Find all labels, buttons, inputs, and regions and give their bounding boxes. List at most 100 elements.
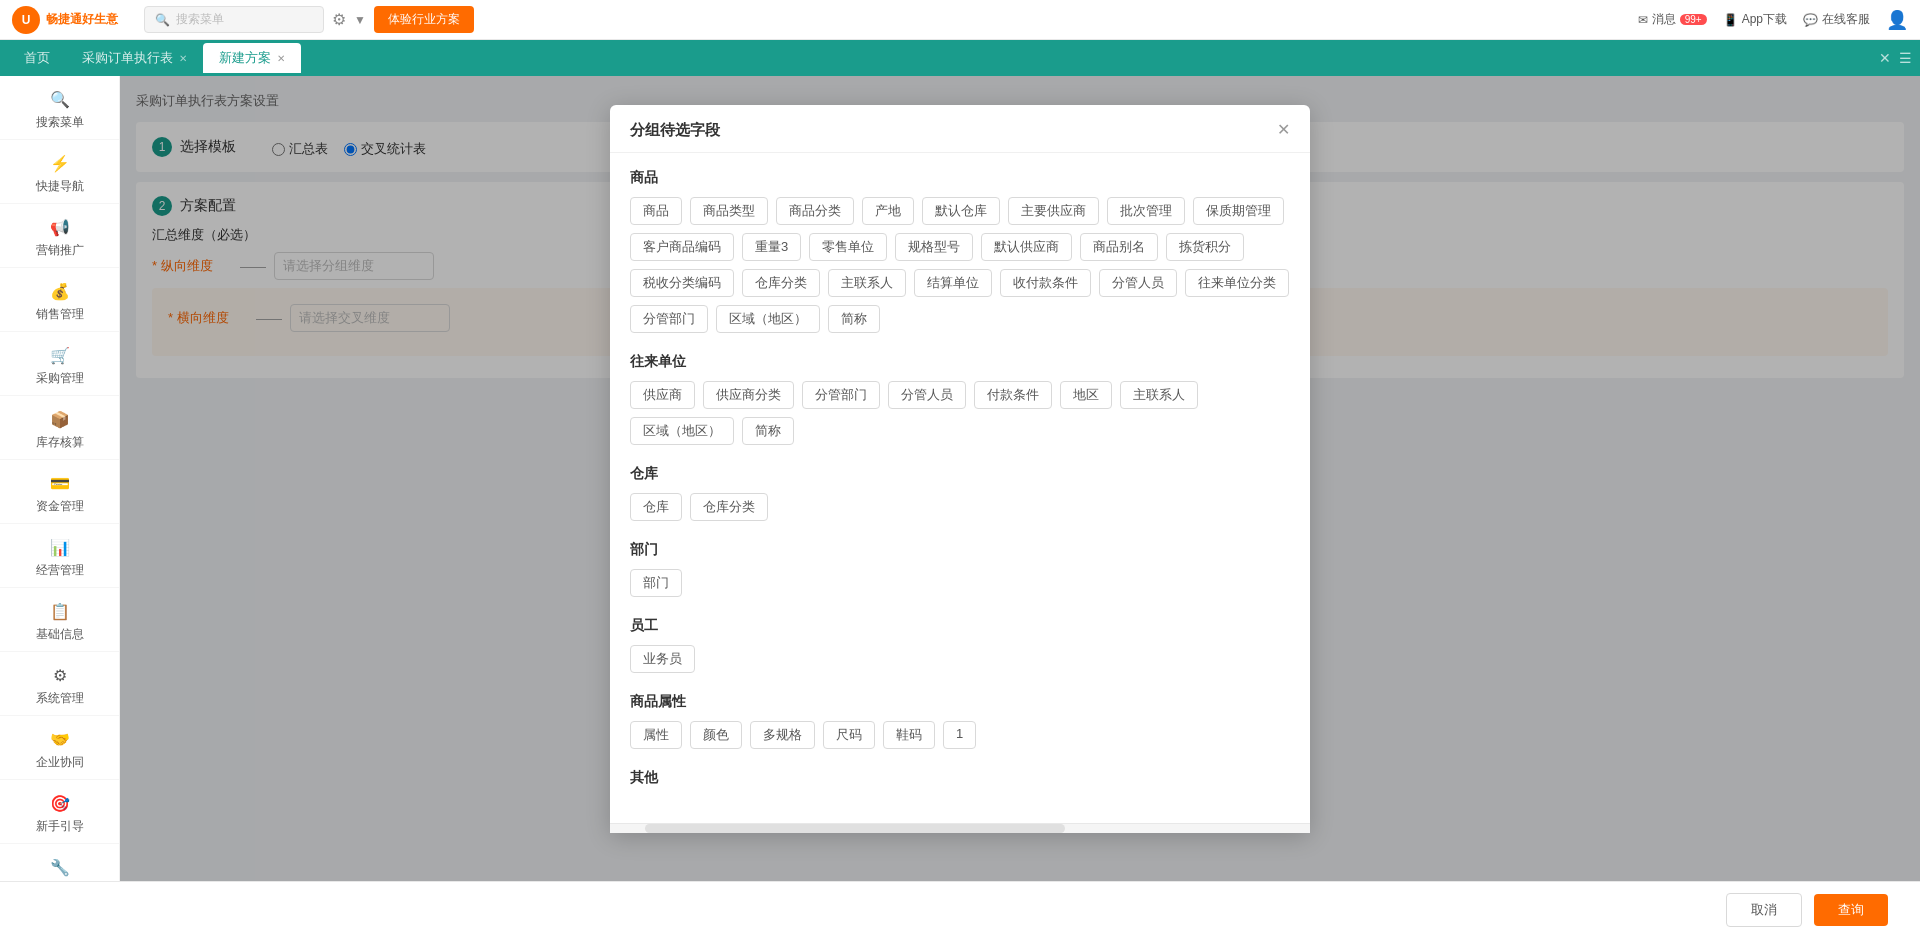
basic-icon: 📋 bbox=[49, 600, 71, 622]
inventory-icon: 📦 bbox=[49, 408, 71, 430]
field-goods[interactable]: 商品 bbox=[630, 197, 682, 225]
field-default-supplier[interactable]: 默认供应商 bbox=[981, 233, 1072, 261]
apps-icon: 🔧 bbox=[49, 856, 71, 878]
online-service-btn[interactable]: 💬 在线客服 bbox=[1803, 11, 1870, 28]
field-warehouse-category[interactable]: 仓库分类 bbox=[742, 269, 820, 297]
field-weight[interactable]: 重量3 bbox=[742, 233, 801, 261]
field-salesperson[interactable]: 业务员 bbox=[630, 645, 695, 673]
field-shelf-life[interactable]: 保质期管理 bbox=[1193, 197, 1284, 225]
field-batch-mgmt[interactable]: 批次管理 bbox=[1107, 197, 1185, 225]
partner-fields: 供应商 供应商分类 分管部门 分管人员 付款条件 地区 主联系人 区域（地区） … bbox=[630, 381, 1290, 445]
sidebar-item-system[interactable]: ⚙ 系统管理 bbox=[0, 652, 119, 716]
sidebar-item-sales[interactable]: 💰 销售管理 bbox=[0, 268, 119, 332]
system-icon: ⚙ bbox=[49, 664, 71, 686]
sidebar-item-purchase[interactable]: 🛒 采购管理 bbox=[0, 332, 119, 396]
modal-close-btn[interactable]: ✕ bbox=[1277, 122, 1290, 138]
section-goods-attr: 商品属性 属性 颜色 多规格 尺码 鞋码 1 bbox=[630, 693, 1290, 749]
trial-btn[interactable]: 体验行业方案 bbox=[374, 6, 474, 33]
section-employee: 员工 业务员 bbox=[630, 617, 1290, 673]
field-supplier-category[interactable]: 供应商分类 bbox=[703, 381, 794, 409]
field-retail-unit[interactable]: 零售单位 bbox=[809, 233, 887, 261]
field-shoe-size[interactable]: 鞋码 bbox=[883, 721, 935, 749]
search-box[interactable]: 🔍 搜索菜单 bbox=[144, 6, 324, 33]
field-goods-category[interactable]: 商品分类 bbox=[776, 197, 854, 225]
field-main-supplier[interactable]: 主要供应商 bbox=[1008, 197, 1099, 225]
user-avatar[interactable]: 👤 bbox=[1886, 9, 1908, 31]
field-partner-category[interactable]: 往来单位分类 bbox=[1185, 269, 1289, 297]
sidebar-item-inventory[interactable]: 📦 库存核算 bbox=[0, 396, 119, 460]
collab-icon: 🤝 bbox=[49, 728, 71, 750]
tab-menu-icon[interactable]: ☰ bbox=[1899, 50, 1912, 66]
section-employee-title: 员工 bbox=[630, 617, 1290, 635]
section-warehouse-title: 仓库 bbox=[630, 465, 1290, 483]
field-region[interactable]: 区域（地区） bbox=[716, 305, 820, 333]
tab-purchase-close[interactable]: ✕ bbox=[179, 53, 187, 64]
field-default-warehouse[interactable]: 默认仓库 bbox=[922, 197, 1000, 225]
hscroll-thumb bbox=[645, 824, 1065, 833]
sidebar-item-finance[interactable]: 💳 资金管理 bbox=[0, 460, 119, 524]
field-multi-spec[interactable]: 多规格 bbox=[750, 721, 815, 749]
field-short-name2[interactable]: 简称 bbox=[742, 417, 794, 445]
operations-icon: 📊 bbox=[49, 536, 71, 558]
gear-icon[interactable]: ⚙ bbox=[332, 10, 346, 29]
sidebar: 🔍 搜索菜单 ⚡ 快捷导航 📢 营销推广 💰 销售管理 🛒 采购管理 📦 库存核… bbox=[0, 76, 120, 937]
field-attr-1[interactable]: 1 bbox=[943, 721, 976, 749]
avatar-icon: 👤 bbox=[1886, 9, 1908, 31]
cancel-button[interactable]: 取消 bbox=[1726, 893, 1802, 927]
section-partner: 往来单位 供应商 供应商分类 分管部门 分管人员 付款条件 地区 主联系人 区域… bbox=[630, 353, 1290, 445]
field-person[interactable]: 分管人员 bbox=[888, 381, 966, 409]
app-download-btn[interactable]: 📱 App下载 bbox=[1723, 11, 1787, 28]
field-spec-type[interactable]: 规格型号 bbox=[895, 233, 973, 261]
nav-dropdown-icon[interactable]: ▼ bbox=[354, 13, 366, 27]
sidebar-item-operations[interactable]: 📊 经营管理 bbox=[0, 524, 119, 588]
field-payment-terms[interactable]: 收付款条件 bbox=[1000, 269, 1091, 297]
section-dept: 部门 部门 bbox=[630, 541, 1290, 597]
sidebar-item-collab[interactable]: 🤝 企业协同 bbox=[0, 716, 119, 780]
field-tax-code[interactable]: 税收分类编码 bbox=[630, 269, 734, 297]
field-area[interactable]: 地区 bbox=[1060, 381, 1112, 409]
field-wh-category[interactable]: 仓库分类 bbox=[690, 493, 768, 521]
tab-new-plan-close[interactable]: ✕ bbox=[277, 53, 285, 64]
sidebar-item-marketing[interactable]: 📢 营销推广 bbox=[0, 204, 119, 268]
field-pick-points[interactable]: 拣货积分 bbox=[1166, 233, 1244, 261]
field-short-name[interactable]: 简称 bbox=[828, 305, 880, 333]
sidebar-item-guide[interactable]: 🎯 新手引导 bbox=[0, 780, 119, 844]
field-color[interactable]: 颜色 bbox=[690, 721, 742, 749]
modal-hscroll[interactable] bbox=[610, 823, 1310, 833]
field-select-modal: 分组待选字段 ✕ 商品 商品 商品类型 商品分类 产地 默认仓库 主要供应商 批… bbox=[610, 105, 1310, 833]
field-settlement-unit[interactable]: 结算单位 bbox=[914, 269, 992, 297]
field-main-contact[interactable]: 主联系人 bbox=[828, 269, 906, 297]
message-icon: ✉ bbox=[1638, 13, 1648, 27]
marketing-icon: 📢 bbox=[49, 216, 71, 238]
field-supplier[interactable]: 供应商 bbox=[630, 381, 695, 409]
field-dept-tag[interactable]: 部门 bbox=[630, 569, 682, 597]
field-main-contact2[interactable]: 主联系人 bbox=[1120, 381, 1198, 409]
field-customer-code[interactable]: 客户商品编码 bbox=[630, 233, 734, 261]
confirm-button[interactable]: 查询 bbox=[1814, 894, 1888, 926]
tab-home[interactable]: 首页 bbox=[8, 43, 66, 73]
sidebar-item-quicknav[interactable]: ⚡ 快捷导航 bbox=[0, 140, 119, 204]
field-origin[interactable]: 产地 bbox=[862, 197, 914, 225]
message-btn[interactable]: ✉ 消息 99+ bbox=[1638, 11, 1707, 28]
field-attr[interactable]: 属性 bbox=[630, 721, 682, 749]
sidebar-item-search[interactable]: 🔍 搜索菜单 bbox=[0, 76, 119, 140]
tab-new-plan[interactable]: 新建方案 ✕ bbox=[203, 43, 301, 73]
download-icon: 📱 bbox=[1723, 13, 1738, 27]
goods-attr-fields: 属性 颜色 多规格 尺码 鞋码 1 bbox=[630, 721, 1290, 749]
field-wh[interactable]: 仓库 bbox=[630, 493, 682, 521]
field-size[interactable]: 尺码 bbox=[823, 721, 875, 749]
tab-close-all[interactable]: ✕ bbox=[1879, 50, 1891, 66]
field-goods-alias[interactable]: 商品别名 bbox=[1080, 233, 1158, 261]
field-dept-managed[interactable]: 分管部门 bbox=[630, 305, 708, 333]
tab-new-plan-label: 新建方案 bbox=[219, 49, 271, 67]
sidebar-item-basic[interactable]: 📋 基础信息 bbox=[0, 588, 119, 652]
field-manager[interactable]: 分管人员 bbox=[1099, 269, 1177, 297]
field-payment-cond[interactable]: 付款条件 bbox=[974, 381, 1052, 409]
section-other: 其他 bbox=[630, 769, 1290, 787]
field-region2[interactable]: 区域（地区） bbox=[630, 417, 734, 445]
search-icon: 🔍 bbox=[155, 13, 170, 27]
tab-purchase-list[interactable]: 采购订单执行表 ✕ bbox=[66, 43, 203, 73]
field-dept[interactable]: 分管部门 bbox=[802, 381, 880, 409]
field-goods-type[interactable]: 商品类型 bbox=[690, 197, 768, 225]
message-badge: 99+ bbox=[1680, 14, 1707, 25]
